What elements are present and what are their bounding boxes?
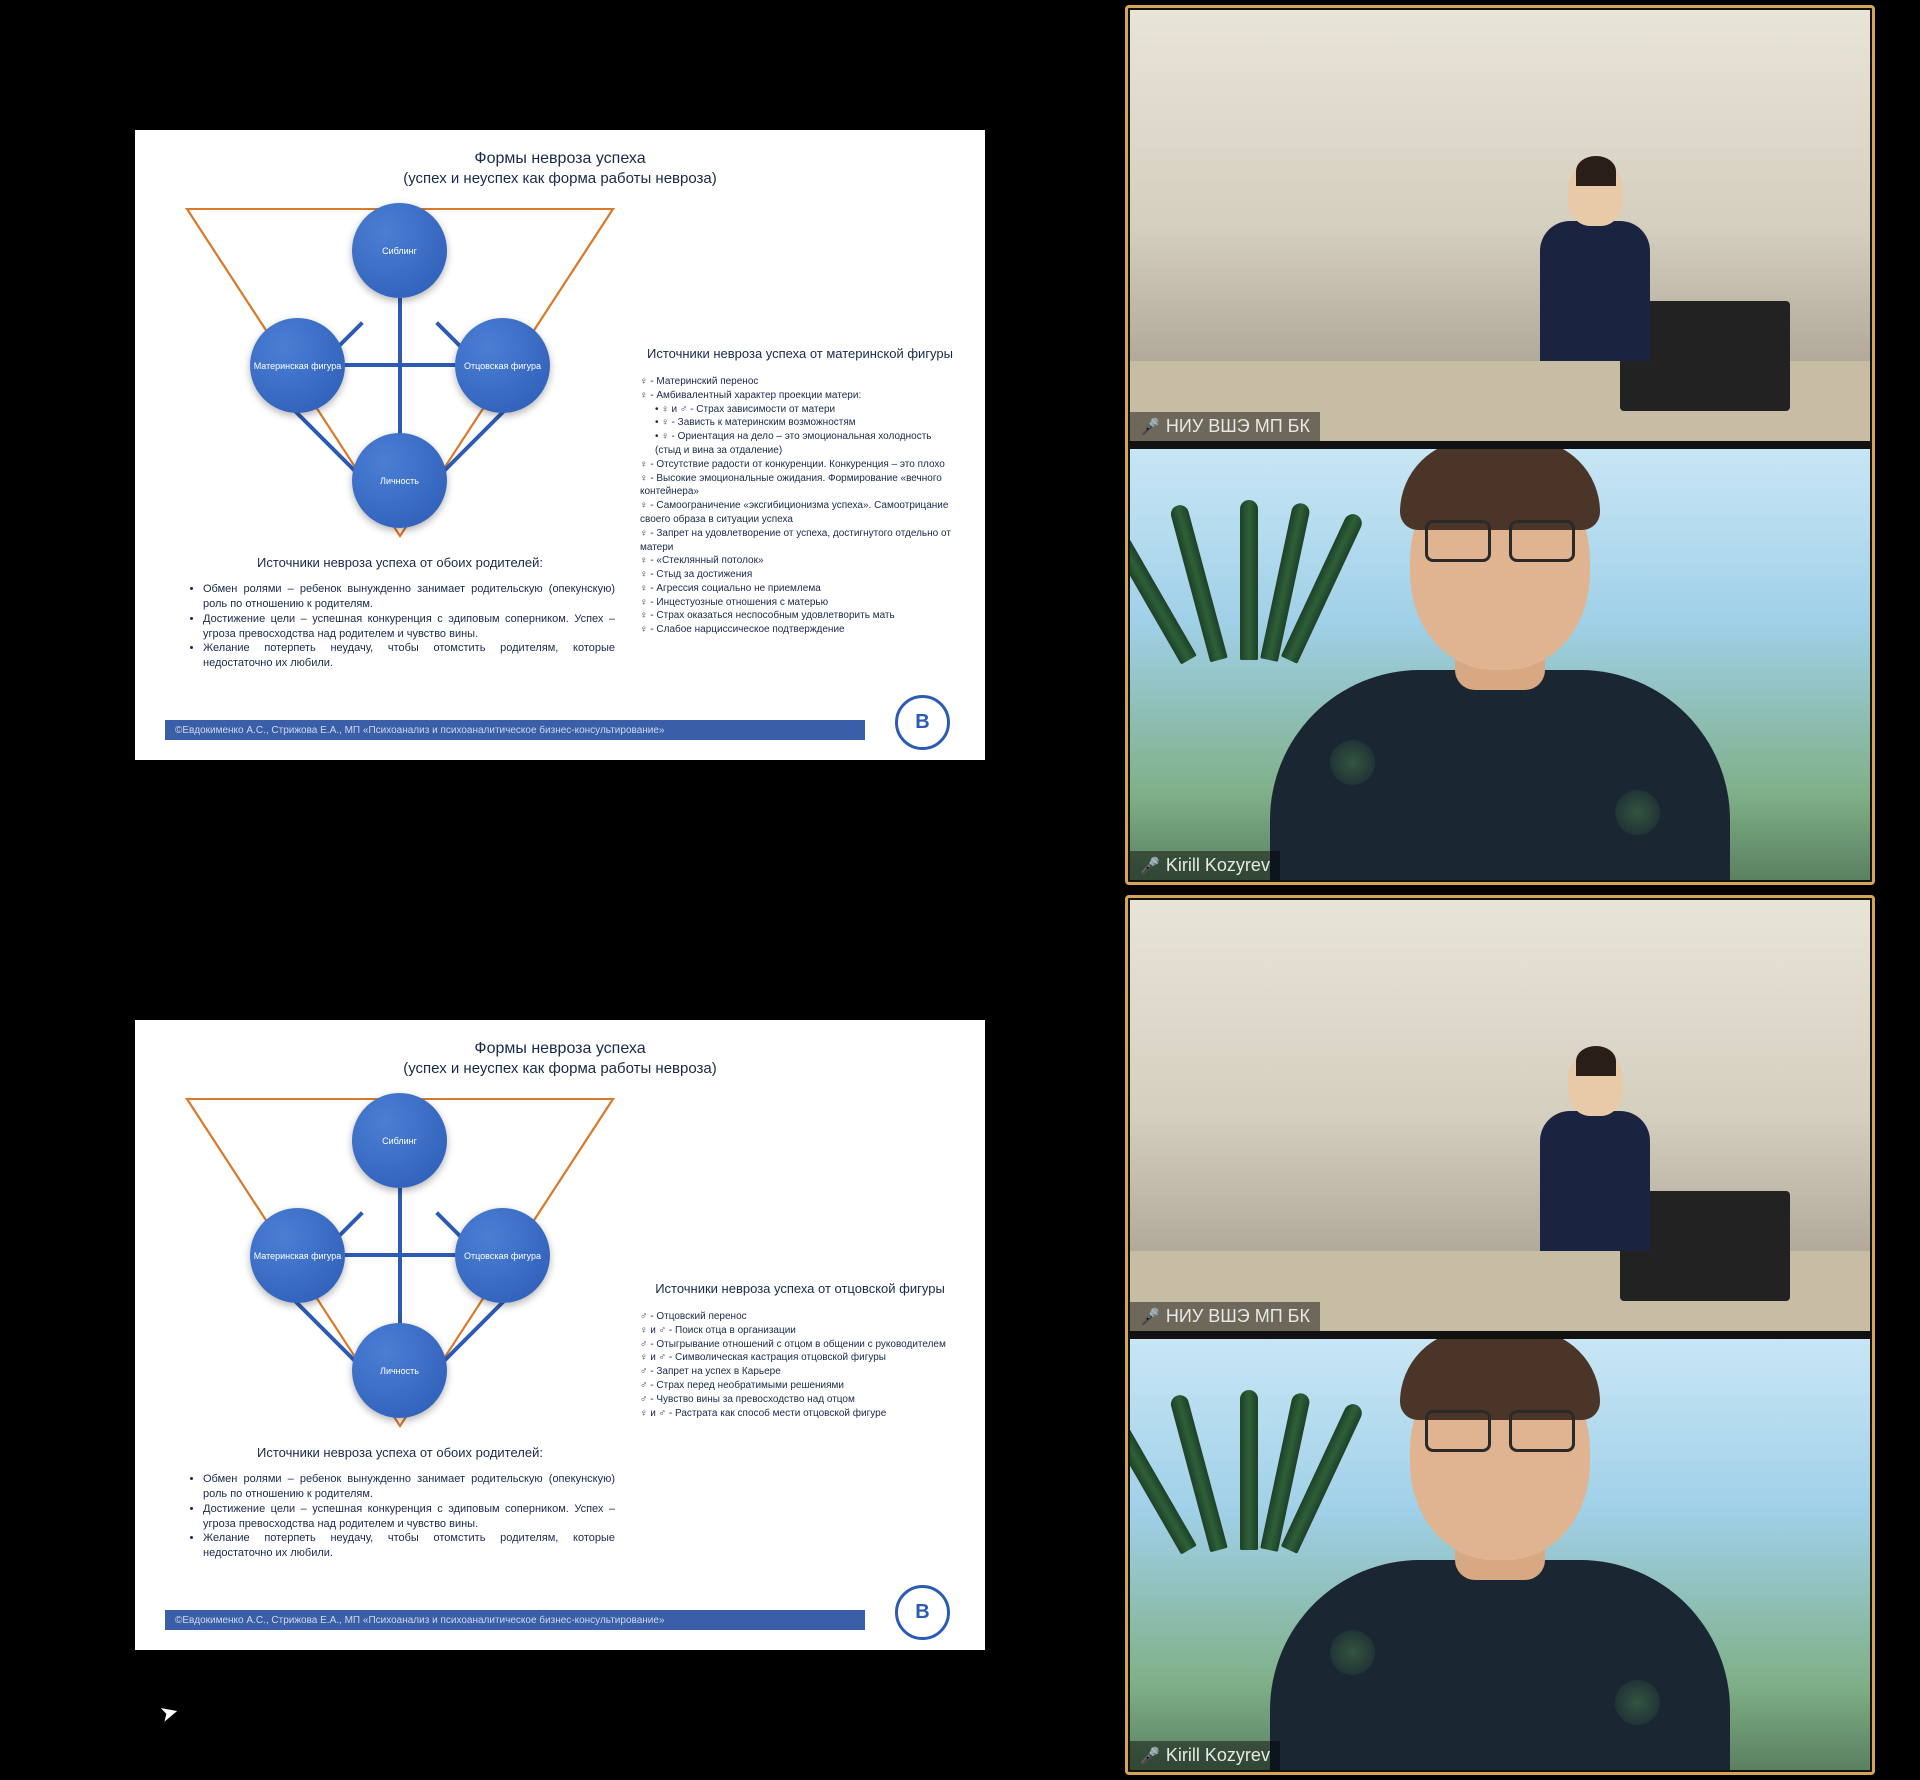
participant-name: НИУ ВШЭ МП БК (1166, 416, 1310, 437)
list-item: ♀ - Материнский перенос (640, 375, 960, 389)
hse-logo-icon: В (895, 695, 950, 750)
list-item: Обмен ролями – ребенок вынужденно занима… (203, 1472, 615, 1502)
list-item: ♂ - Страх перед необратимыми решениями (640, 1379, 960, 1393)
list-item: ♀ - «Стеклянный потолок» (640, 554, 960, 568)
list-item: • ♀ - Зависть к материнским возможностям (640, 416, 960, 430)
slide-subtitle: (успех и неуспех как форма работы невроз… (165, 170, 955, 187)
node-father: Отцовская фигура (455, 318, 550, 413)
presenter-figure (1540, 161, 1650, 361)
slide-title: Формы невроза успеха (165, 1040, 955, 1058)
slide-subtitle: (успех и неуспех как форма работы невроз… (165, 1060, 955, 1077)
node-sibling: Сиблинг (352, 1093, 447, 1188)
list-item: ♀ - Отсутствие радости от конкуренции. К… (640, 458, 960, 472)
mute-icon: 🎤 (1140, 417, 1160, 437)
video-tile-kirill[interactable]: 🎤 Kirill Kozyrev (1130, 1339, 1870, 1770)
left-column: Источники невроза успеха от обоих родите… (185, 1445, 615, 1561)
left-col-title: Источники невроза успеха от обоих родите… (185, 1445, 615, 1460)
video-conference-grid: Формы невроза успеха (успех и неуспех ка… (0, 0, 1920, 1780)
participant-column-top: 🎤 НИУ ВШЭ МП БК 🎤 Kirill Kozyrev (1125, 5, 1875, 885)
list-item: ♀ - Амбивалентный характер проекции мате… (640, 389, 960, 403)
slide-title: Формы невроза успеха (165, 150, 955, 168)
right-col-body: ♂ - Отцовский перенос ♀ и ♂ - Поиск отца… (640, 1310, 960, 1420)
list-item: ♀ - Страх оказаться неспособным удовлетв… (640, 609, 960, 623)
list-item: ♀ и ♂ - Растрата как способ мести отцовс… (640, 1407, 960, 1421)
slide-footer: ©Евдокименко А.С., Стрижова Е.А., МП «Пс… (165, 1610, 865, 1630)
left-col-list: Обмен ролями – ребенок вынужденно занима… (185, 582, 615, 671)
list-item: ♀ - Инцестуозные отношения с матерью (640, 596, 960, 610)
diagram-triangle: Сиблинг Материнская фигура Отцовская фиг… (185, 208, 615, 538)
nameplate: 🎤 НИУ ВШЭ МП БК (1130, 412, 1320, 441)
slide-content: Формы невроза успеха (успех и неуспех ка… (135, 1020, 985, 1650)
right-col-title: Источники невроза успеха от отцовской фи… (640, 1280, 960, 1298)
right-col-title: Источники невроза успеха от материнской … (640, 345, 960, 363)
nameplate: 🎤 Kirill Kozyrev (1130, 851, 1280, 880)
video-tile-kirill[interactable]: 🎤 Kirill Kozyrev (1130, 449, 1870, 880)
list-item: Достижение цели – успешная конкуренция с… (203, 612, 615, 642)
shared-slide-1: Формы невроза успеха (успех и неуспех ка… (5, 5, 1115, 885)
list-item: ♀ - Слабое нарциссическое подтверждение (640, 623, 960, 637)
left-col-list: Обмен ролями – ребенок вынужденно занима… (185, 1472, 615, 1561)
list-item: ♀ - Агрессия социально не приемлема (640, 582, 960, 596)
right-col-body: ♀ - Материнский перенос ♀ - Амбивалентны… (640, 375, 960, 637)
list-item: ♀ - Запрет на удовлетворение от успеха, … (640, 527, 960, 555)
node-mother: Материнская фигура (250, 1208, 345, 1303)
glasses-icon (1425, 1410, 1575, 1450)
participant-name: Kirill Kozyrev (1166, 1745, 1270, 1766)
list-item: Желание потерпеть неудачу, чтобы отомсти… (203, 641, 615, 671)
video-tile-presenter[interactable]: 🎤 НИУ ВШЭ МП БК (1130, 900, 1870, 1331)
participant-figure (1270, 470, 1730, 880)
list-item: ♀ и ♂ - Символическая кастрация отцовско… (640, 1351, 960, 1365)
list-item: Достижение цели – успешная конкуренция с… (203, 1502, 615, 1532)
glasses-icon (1425, 520, 1575, 560)
node-person: Личность (352, 1323, 447, 1418)
list-item: Желание потерпеть неудачу, чтобы отомсти… (203, 1531, 615, 1561)
mute-icon: 🎤 (1140, 856, 1160, 876)
list-item: ♂ - Отыгрывание отношений с отцом в обще… (640, 1338, 960, 1352)
diagram-triangle: Сиблинг Материнская фигура Отцовская фиг… (185, 1098, 615, 1428)
nameplate: 🎤 НИУ ВШЭ МП БК (1130, 1302, 1320, 1331)
left-column: Источники невроза успеха от обоих родите… (185, 555, 615, 671)
right-column-paternal: Источники невроза успеха от отцовской фи… (640, 1280, 960, 1420)
mute-icon: 🎤 (1140, 1307, 1160, 1327)
list-item: • ♀ - Ориентация на дело – это эмоционал… (640, 430, 960, 458)
list-item: ♀ и ♂ - Поиск отца в организации (640, 1324, 960, 1338)
list-item: ♀ - Стыд за достижения (640, 568, 960, 582)
left-col-title: Источники невроза успеха от обоих родите… (185, 555, 615, 570)
list-item: ♂ - Чувство вины за превосходство над от… (640, 1393, 960, 1407)
hse-logo-icon: В (895, 1585, 950, 1640)
node-mother: Материнская фигура (250, 318, 345, 413)
list-item: • ♀ и ♂ - Страх зависимости от матери (640, 403, 960, 417)
presenter-figure (1540, 1051, 1650, 1251)
participant-figure (1270, 1360, 1730, 1770)
video-tile-presenter[interactable]: 🎤 НИУ ВШЭ МП БК (1130, 10, 1870, 441)
nameplate: 🎤 Kirill Kozyrev (1130, 1741, 1280, 1770)
list-item: ♀ - Высокие эмоциональные ожидания. Форм… (640, 472, 960, 500)
list-item: ♀ - Самоограничение «эксгибиционизма усп… (640, 499, 960, 527)
slide-footer: ©Евдокименко А.С., Стрижова Е.А., МП «Пс… (165, 720, 865, 740)
node-father: Отцовская фигура (455, 1208, 550, 1303)
node-person: Личность (352, 433, 447, 528)
participant-column-bottom: 🎤 НИУ ВШЭ МП БК 🎤 Kirill Kozyrev (1125, 895, 1875, 1775)
list-item: Обмен ролями – ребенок вынужденно занима… (203, 582, 615, 612)
participant-name: Kirill Kozyrev (1166, 855, 1270, 876)
slide-content: Формы невроза успеха (успех и неуспех ка… (135, 130, 985, 760)
list-item: ♂ - Запрет на успех в Карьере (640, 1365, 960, 1379)
node-sibling: Сиблинг (352, 203, 447, 298)
participant-name: НИУ ВШЭ МП БК (1166, 1306, 1310, 1327)
right-column-maternal: Источники невроза успеха от материнской … (640, 345, 960, 637)
shared-slide-2: Формы невроза успеха (успех и неуспех ка… (5, 895, 1115, 1775)
list-item: ♂ - Отцовский перенос (640, 1310, 960, 1324)
mute-icon: 🎤 (1140, 1746, 1160, 1766)
